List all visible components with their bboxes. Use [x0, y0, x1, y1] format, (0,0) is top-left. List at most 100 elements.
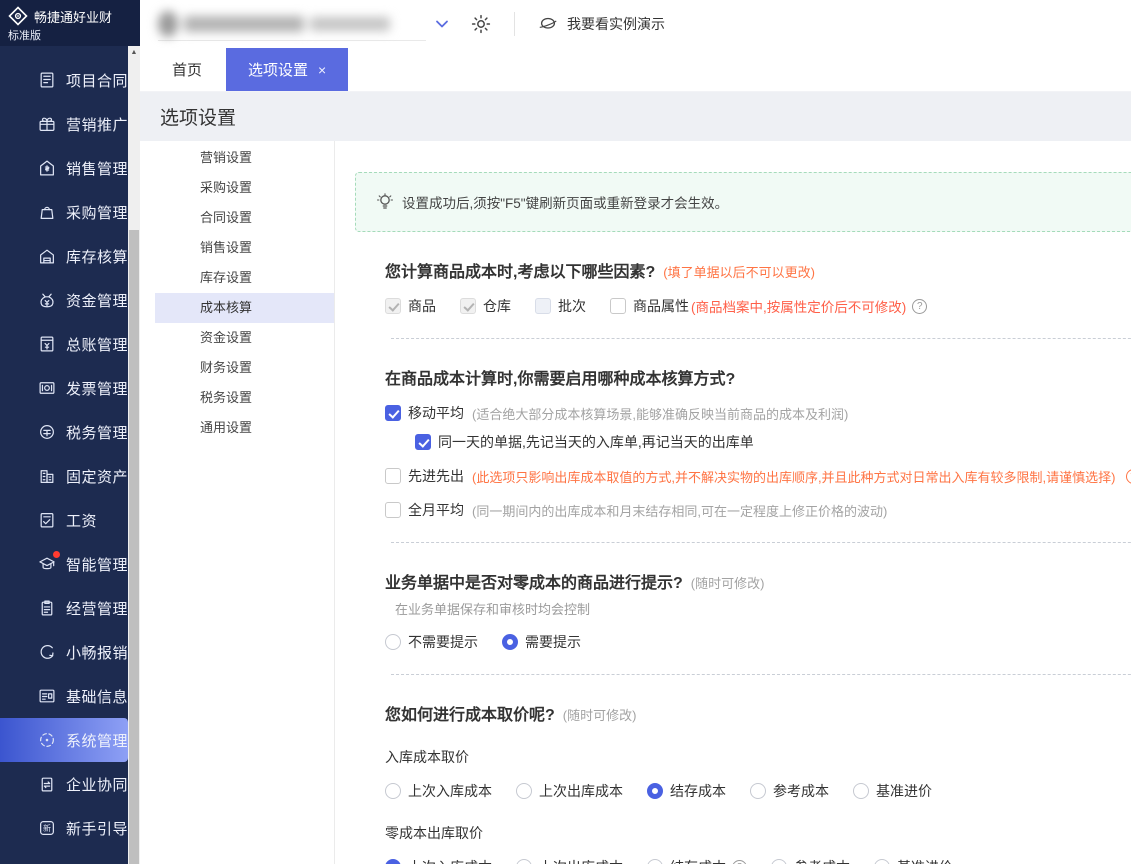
sidebar-item-tax[interactable]: 税务管理: [0, 410, 128, 454]
subnav-item-9[interactable]: 通用设置: [155, 413, 334, 443]
checkbox[interactable]: [385, 502, 401, 518]
group-heading: 入库成本取价: [385, 747, 1131, 767]
checkbox-option[interactable]: 商品: [385, 296, 436, 316]
checkbox-option[interactable]: 仓库: [460, 296, 511, 316]
checkbox[interactable]: [385, 468, 401, 484]
sidebar-item-inventory[interactable]: 库存核算: [0, 234, 128, 278]
demo-link[interactable]: 我要看实例演示: [537, 14, 665, 34]
tab-home[interactable]: 首页: [148, 48, 226, 91]
subnav-item-1[interactable]: 采购设置: [155, 173, 334, 203]
radio-button[interactable]: [750, 783, 766, 799]
sidebar-item-purchase[interactable]: 采购管理: [0, 190, 128, 234]
option-label: 上次出库成本: [539, 857, 623, 864]
sidebar-item-project-contract[interactable]: 项目合同: [0, 58, 128, 102]
settings-section-3: 您如何进行成本取价呢?(随时可修改)入库成本取价上次入库成本上次出库成本结存成本…: [385, 701, 1131, 864]
sidebar-item-system[interactable]: 系统管理: [0, 718, 128, 762]
subnav-item-3[interactable]: 销售设置: [155, 233, 334, 263]
radio-button[interactable]: [853, 783, 869, 799]
help-icon[interactable]: ?: [1126, 469, 1131, 484]
tab-bar: 首页 选项设置 ×: [140, 48, 1131, 92]
group-heading: 零成本出库取价: [385, 823, 1131, 843]
sidebar-item-general-ledger[interactable]: 总账管理: [0, 322, 128, 366]
option-label: 不需要提示: [408, 632, 478, 652]
option-label: 批次: [558, 296, 586, 316]
subnav-item-8[interactable]: 税务设置: [155, 383, 334, 413]
checkbox-option[interactable]: 商品属性(商品档案中,按属性定价后不可修改)?: [610, 296, 927, 316]
scrollbar-thumb[interactable]: [129, 230, 139, 864]
section-title: 您如何进行成本取价呢?(随时可修改): [385, 701, 1131, 725]
general-ledger-icon: [38, 335, 56, 353]
sidebar-item-operation[interactable]: 经营管理: [0, 586, 128, 630]
checkbox[interactable]: [385, 405, 401, 421]
radio-button[interactable]: [516, 859, 532, 864]
radio-option[interactable]: 上次出库成本: [516, 857, 623, 864]
sidebar-item-label: 企业协同: [66, 774, 128, 795]
checkbox-option[interactable]: 批次: [535, 296, 586, 316]
subnav-item-4[interactable]: 库存设置: [155, 263, 334, 293]
sidebar-item-expense[interactable]: 小畅报销: [0, 630, 128, 674]
radio-option[interactable]: 结存成本: [647, 781, 726, 801]
tab-options-settings[interactable]: 选项设置 ×: [226, 48, 348, 91]
operation-icon: [38, 599, 56, 617]
tip-text: 设置成功后,须按"F5"键刷新页面或重新登录才会生效。: [402, 192, 728, 212]
sidebar-item-marketing[interactable]: 营销推广: [0, 102, 128, 146]
subnav-item-2[interactable]: 合同设置: [155, 203, 334, 233]
radio-button[interactable]: [502, 634, 518, 650]
scrollbar-up-arrow-icon[interactable]: ▲: [128, 46, 140, 60]
radio-button[interactable]: [516, 783, 532, 799]
section-title-text: 在商品成本计算时,你需要启用哪种成本核算方式?: [385, 371, 735, 388]
sidebar-item-invoice[interactable]: 发票管理: [0, 366, 128, 410]
option-label: 基准进价: [876, 781, 932, 801]
sidebar-item-label: 小畅报销: [66, 642, 128, 663]
sidebar-scrollbar[interactable]: ▲: [128, 46, 140, 864]
subnav-item-0[interactable]: 营销设置: [155, 143, 334, 173]
radio-option[interactable]: 上次入库成本: [385, 857, 492, 864]
radio-button[interactable]: [385, 783, 401, 799]
radio-option[interactable]: 上次出库成本: [516, 781, 623, 801]
page-title-band: 选项设置: [140, 92, 1131, 141]
subnav-item-5[interactable]: 成本核算: [155, 293, 334, 323]
radio-button[interactable]: [647, 859, 663, 864]
checkbox[interactable]: [415, 434, 431, 450]
checkbox[interactable]: [385, 298, 401, 314]
checkbox[interactable]: [535, 298, 551, 314]
section-subtext: 在业务单据保存和审核时均会控制: [395, 599, 1131, 618]
radio-button[interactable]: [647, 783, 663, 799]
checkbox[interactable]: [460, 298, 476, 314]
radio-option[interactable]: 基准进价: [853, 781, 932, 801]
sidebar-item-smart[interactable]: 智能管理: [0, 542, 128, 586]
radio-button[interactable]: [385, 859, 401, 864]
subnav-item-6[interactable]: 资金设置: [155, 323, 334, 353]
company-select[interactable]: [158, 7, 426, 41]
radio-option[interactable]: 基准进价: [874, 857, 953, 864]
option-label: 商品: [408, 296, 436, 316]
checkbox[interactable]: [610, 298, 626, 314]
option-note: (适合绝大部分成本核算场景,能够准确反映当前商品的成本及利润): [472, 404, 848, 423]
radio-option[interactable]: 不需要提示: [385, 632, 478, 652]
radio-option[interactable]: 参考成本: [750, 781, 829, 801]
chevron-down-icon[interactable]: [434, 16, 450, 32]
gear-icon[interactable]: [470, 13, 492, 35]
sidebar-item-label: 经营管理: [66, 598, 128, 619]
tab-close-icon[interactable]: ×: [318, 63, 326, 77]
section-title: 业务单据中是否对零成本的商品进行提示?(随时可修改): [385, 569, 1131, 593]
sidebar-item-label: 发票管理: [66, 378, 128, 399]
help-icon[interactable]: ?: [912, 299, 927, 314]
subnav-item-7[interactable]: 财务设置: [155, 353, 334, 383]
sidebar-item-funds[interactable]: 资金管理: [0, 278, 128, 322]
radio-option[interactable]: 参考成本: [771, 857, 850, 864]
radio-option[interactable]: 结存成本?: [647, 857, 747, 864]
sidebar-item-basic-info[interactable]: 基础信息: [0, 674, 128, 718]
radio-button[interactable]: [874, 859, 890, 864]
radio-button[interactable]: [771, 859, 787, 864]
help-icon[interactable]: ?: [732, 860, 747, 864]
radio-option[interactable]: 上次入库成本: [385, 781, 492, 801]
sidebar-item-newbie-guide[interactable]: 新新手引导: [0, 806, 128, 850]
radio-option[interactable]: 需要提示: [502, 632, 581, 652]
option-label: 商品属性: [633, 296, 689, 316]
sidebar-item-salary[interactable]: 工资: [0, 498, 128, 542]
sidebar-item-fixed-assets[interactable]: 固定资产: [0, 454, 128, 498]
sidebar-item-sales[interactable]: 销售管理: [0, 146, 128, 190]
radio-button[interactable]: [385, 634, 401, 650]
sidebar-item-collaboration[interactable]: 企业协同: [0, 762, 128, 806]
